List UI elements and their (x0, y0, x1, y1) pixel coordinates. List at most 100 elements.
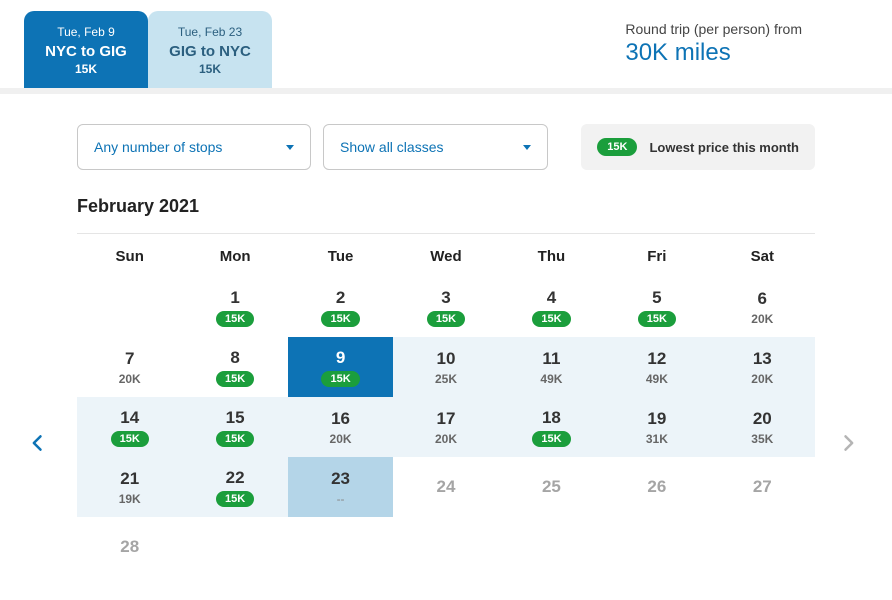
price-text: 31K (646, 432, 668, 446)
legend-badge: 15K (597, 138, 637, 156)
tab-miles: 15K (156, 62, 264, 76)
day-of-week-header: Wed (393, 234, 498, 277)
day-number: 3 (441, 288, 450, 308)
calendar-day[interactable]: 1620K (288, 397, 393, 457)
price-badge: 15K (638, 311, 676, 327)
caret-down-icon (523, 145, 531, 150)
price-badge: 15K (111, 431, 149, 447)
day-number: 10 (437, 349, 456, 369)
tab-route: GIG to NYC (156, 43, 264, 60)
day-number: 21 (120, 469, 139, 489)
day-number: 17 (437, 409, 456, 429)
price-text: 20K (330, 432, 352, 446)
day-number: 26 (647, 477, 666, 497)
outbound-tab[interactable]: Tue, Feb 9 NYC to GIG 15K (24, 11, 148, 88)
summary-miles: 30K miles (625, 39, 802, 67)
price-badge: 15K (321, 311, 359, 327)
price-badge: 15K (216, 371, 254, 387)
month-title: February 2021 (0, 188, 892, 233)
calendar-blank (77, 277, 182, 337)
day-number: 16 (331, 409, 350, 429)
day-number: 2 (336, 288, 345, 308)
return-tab[interactable]: Tue, Feb 23 GIG to NYC 15K (148, 11, 272, 88)
calendar-wrap: SunMonTueWedThuFriSat115K215K315K415K515… (0, 233, 892, 577)
calendar-day[interactable]: 915K (288, 337, 393, 397)
tab-miles: 15K (32, 62, 140, 76)
price-badge: 15K (216, 311, 254, 327)
price-badge: 15K (427, 311, 465, 327)
calendar-day[interactable]: 1249K (604, 337, 709, 397)
day-number: 11 (542, 349, 560, 369)
price-text: 20K (751, 372, 773, 386)
prev-month-button[interactable] (28, 433, 52, 457)
legend-text: Lowest price this month (649, 140, 799, 155)
day-of-week-header: Tue (288, 234, 393, 277)
calendar-day: 25 (499, 457, 604, 517)
day-number: 23 (331, 469, 350, 489)
flight-tabs: Tue, Feb 9 NYC to GIG 15K Tue, Feb 23 GI… (24, 0, 272, 88)
price-text: 19K (119, 492, 141, 506)
day-of-week-header: Thu (499, 234, 604, 277)
summary-label: Round trip (per person) from (625, 21, 802, 37)
price-text: 20K (435, 432, 457, 446)
price-badge: 15K (532, 311, 570, 327)
calendar-day[interactable]: 1320K (710, 337, 815, 397)
calendar-day[interactable]: 2035K (710, 397, 815, 457)
calendar-day[interactable]: 515K (604, 277, 709, 337)
day-number: 9 (336, 348, 345, 368)
day-number: 5 (652, 288, 661, 308)
day-number: 19 (647, 409, 666, 429)
tab-date: Tue, Feb 23 (156, 25, 264, 39)
day-number: 13 (753, 349, 772, 369)
filters-row: Any number of stops Show all classes 15K… (0, 94, 892, 188)
price-unavailable: -- (337, 492, 345, 506)
calendar-day[interactable]: 115K (182, 277, 287, 337)
calendar-day[interactable]: 1149K (499, 337, 604, 397)
day-number: 15 (226, 408, 245, 428)
price-badge: 15K (532, 431, 570, 447)
calendar-day[interactable]: 2119K (77, 457, 182, 517)
calendar-day[interactable]: 315K (393, 277, 498, 337)
stops-select-label: Any number of stops (94, 139, 222, 155)
calendar-day[interactable]: 23 -- (288, 457, 393, 517)
day-of-week-header: Fri (604, 234, 709, 277)
chevron-right-icon (838, 433, 858, 453)
calendar-day[interactable]: 1720K (393, 397, 498, 457)
day-of-week-header: Sat (710, 234, 815, 277)
tab-route: NYC to GIG (32, 43, 140, 60)
price-badge: 15K (216, 431, 254, 447)
calendar-day: 24 (393, 457, 498, 517)
calendar-day[interactable]: 1415K (77, 397, 182, 457)
price-badge: 15K (216, 491, 254, 507)
calendar-day: 27 (710, 457, 815, 517)
day-number: 24 (437, 477, 456, 497)
calendar-day[interactable]: 415K (499, 277, 604, 337)
calendar-day[interactable]: 620K (710, 277, 815, 337)
day-number: 8 (230, 348, 239, 368)
calendar-day: 26 (604, 457, 709, 517)
day-number: 7 (125, 349, 134, 369)
calendar-day[interactable]: 815K (182, 337, 287, 397)
calendar-day[interactable]: 1931K (604, 397, 709, 457)
price-text: 20K (119, 372, 141, 386)
lowest-price-legend: 15K Lowest price this month (581, 124, 815, 170)
calendar-day[interactable]: 215K (288, 277, 393, 337)
next-month-button[interactable] (838, 433, 862, 457)
stops-select[interactable]: Any number of stops (77, 124, 311, 170)
calendar-day[interactable]: 2215K (182, 457, 287, 517)
price-text: 35K (751, 432, 773, 446)
trip-summary: Round trip (per person) from 30K miles (625, 21, 892, 67)
day-number: 12 (647, 349, 666, 369)
calendar-day[interactable]: 720K (77, 337, 182, 397)
day-number: 20 (753, 409, 772, 429)
price-badge: 15K (321, 371, 359, 387)
day-of-week-header: Mon (182, 234, 287, 277)
day-number: 22 (226, 468, 245, 488)
calendar-day[interactable]: 1025K (393, 337, 498, 397)
calendar-day[interactable]: 1515K (182, 397, 287, 457)
day-number: 18 (542, 408, 561, 428)
day-number: 25 (542, 477, 561, 497)
calendar-day[interactable]: 1815K (499, 397, 604, 457)
classes-select[interactable]: Show all classes (323, 124, 548, 170)
price-text: 49K (540, 372, 562, 386)
